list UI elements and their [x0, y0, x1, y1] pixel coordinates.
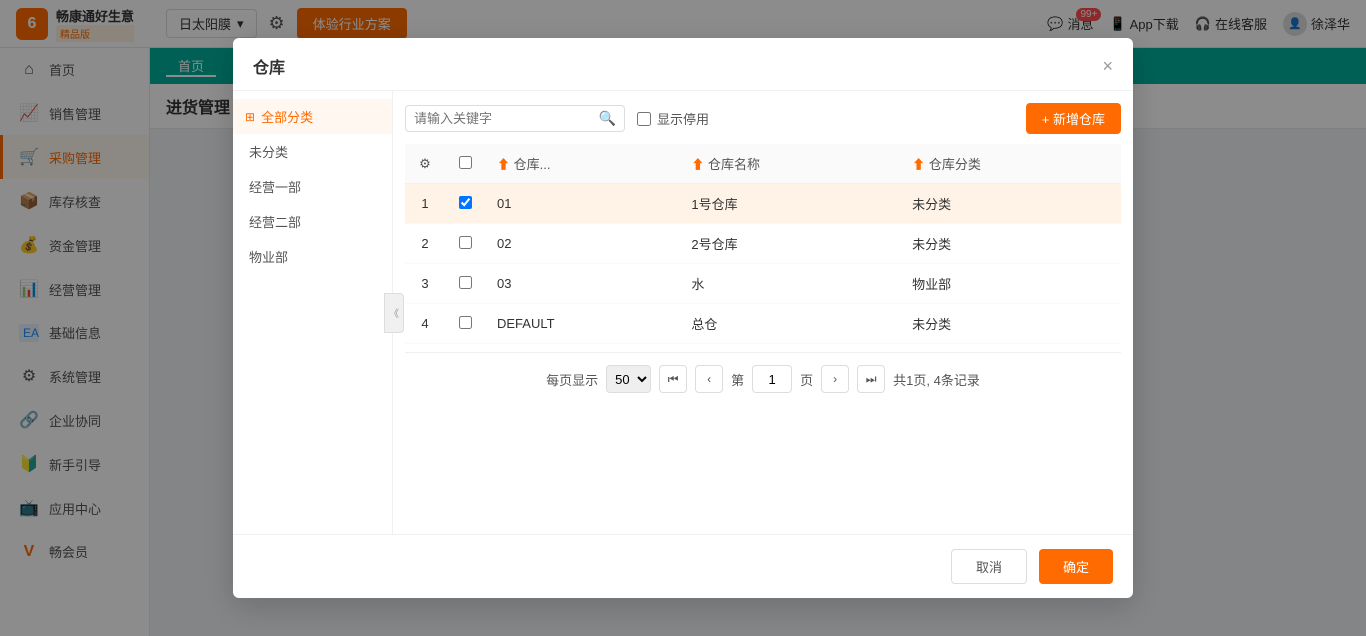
- sort-icon-cat: ⬆: [912, 157, 925, 172]
- col-settings: ⚙: [405, 144, 445, 184]
- row-checkbox[interactable]: [459, 236, 472, 249]
- row-category: 未分类: [900, 224, 1121, 264]
- show-disabled-checkbox[interactable]: [637, 112, 651, 126]
- search-icon[interactable]: 🔍: [599, 110, 616, 127]
- category-item-property[interactable]: 物业部: [233, 239, 392, 274]
- row-num: 1: [405, 184, 445, 224]
- search-input[interactable]: [414, 111, 593, 126]
- row-num: 4: [405, 304, 445, 344]
- modal-footer: 取消 确定: [233, 534, 1133, 598]
- table-toolbar: 🔍 显示停用 + 新增仓库: [405, 103, 1121, 134]
- row-category: 未分类: [900, 184, 1121, 224]
- modal-body: ⊞ 全部分类 未分类 经营一部 经营二部 物业部 《 🔍: [233, 91, 1133, 534]
- table-panel: 🔍 显示停用 + 新增仓库 ⚙: [393, 91, 1133, 534]
- table-header-row: ⚙ ⬆ 仓库... ⬆ 仓库名称: [405, 144, 1121, 184]
- row-code: 02: [485, 224, 679, 264]
- last-page-btn[interactable]: ⏭: [857, 365, 885, 393]
- collapse-panel-btn[interactable]: 《: [384, 293, 404, 333]
- table-row[interactable]: 1 01 1号仓库 未分类: [405, 184, 1121, 224]
- col-code-header: ⬆ 仓库...: [485, 144, 679, 184]
- pagination: 每页显示 50 ⏮ ‹ 第 页 › ⏭ 共1页, 4条记录: [405, 352, 1121, 405]
- col-category-header: ⬆ 仓库分类: [900, 144, 1121, 184]
- col-checkbox: [445, 144, 485, 184]
- row-checkbox[interactable]: [459, 196, 472, 209]
- warehouse-modal: 仓库 × ⊞ 全部分类 未分类 经营一部 经营二部 物业部 《: [233, 38, 1133, 598]
- category-item-ops2[interactable]: 经营二部: [233, 204, 392, 239]
- category-item-unclassified[interactable]: 未分类: [233, 134, 392, 169]
- modal-title: 仓库: [253, 54, 285, 78]
- table-row[interactable]: 3 03 水 物业部: [405, 264, 1121, 304]
- row-num: 2: [405, 224, 445, 264]
- row-checkbox-cell: [445, 184, 485, 224]
- category-header[interactable]: ⊞ 全部分类: [233, 99, 392, 134]
- close-icon[interactable]: ×: [1102, 56, 1113, 77]
- row-checkbox-cell: [445, 264, 485, 304]
- row-checkbox[interactable]: [459, 276, 472, 289]
- warehouse-table: ⚙ ⬆ 仓库... ⬆ 仓库名称: [405, 144, 1121, 344]
- row-name: 1号仓库: [679, 184, 900, 224]
- row-checkbox[interactable]: [459, 316, 472, 329]
- grid-icon: ⊞: [245, 110, 255, 124]
- add-warehouse-button[interactable]: + 新增仓库: [1026, 103, 1121, 134]
- table-row[interactable]: 4 DEFAULT 总仓 未分类: [405, 304, 1121, 344]
- select-all-checkbox[interactable]: [459, 156, 472, 169]
- sort-icon-name: ⬆: [691, 157, 704, 172]
- page-number-input[interactable]: [752, 365, 792, 393]
- row-category: 物业部: [900, 264, 1121, 304]
- prev-page-btn[interactable]: ‹: [695, 365, 723, 393]
- category-panel: ⊞ 全部分类 未分类 经营一部 经营二部 物业部 《: [233, 91, 393, 534]
- next-page-btn[interactable]: ›: [821, 365, 849, 393]
- modal-overlay: 仓库 × ⊞ 全部分类 未分类 经营一部 经营二部 物业部 《: [0, 0, 1366, 636]
- modal-header: 仓库 ×: [233, 38, 1133, 91]
- table-row[interactable]: 2 02 2号仓库 未分类: [405, 224, 1121, 264]
- row-name: 总仓: [679, 304, 900, 344]
- row-code: 03: [485, 264, 679, 304]
- page-size-select[interactable]: 50: [606, 365, 651, 393]
- settings-icon[interactable]: ⚙: [419, 156, 431, 171]
- sort-icon: ⬆: [497, 157, 510, 172]
- show-disabled-label[interactable]: 显示停用: [637, 109, 709, 128]
- row-name: 2号仓库: [679, 224, 900, 264]
- col-name-header: ⬆ 仓库名称: [679, 144, 900, 184]
- search-box: 🔍: [405, 105, 625, 132]
- category-item-ops1[interactable]: 经营一部: [233, 169, 392, 204]
- row-code: DEFAULT: [485, 304, 679, 344]
- cancel-button[interactable]: 取消: [951, 549, 1027, 584]
- row-category: 未分类: [900, 304, 1121, 344]
- row-checkbox-cell: [445, 304, 485, 344]
- row-num: 3: [405, 264, 445, 304]
- row-code: 01: [485, 184, 679, 224]
- row-name: 水: [679, 264, 900, 304]
- confirm-button[interactable]: 确定: [1039, 549, 1113, 584]
- first-page-btn[interactable]: ⏮: [659, 365, 687, 393]
- row-checkbox-cell: [445, 224, 485, 264]
